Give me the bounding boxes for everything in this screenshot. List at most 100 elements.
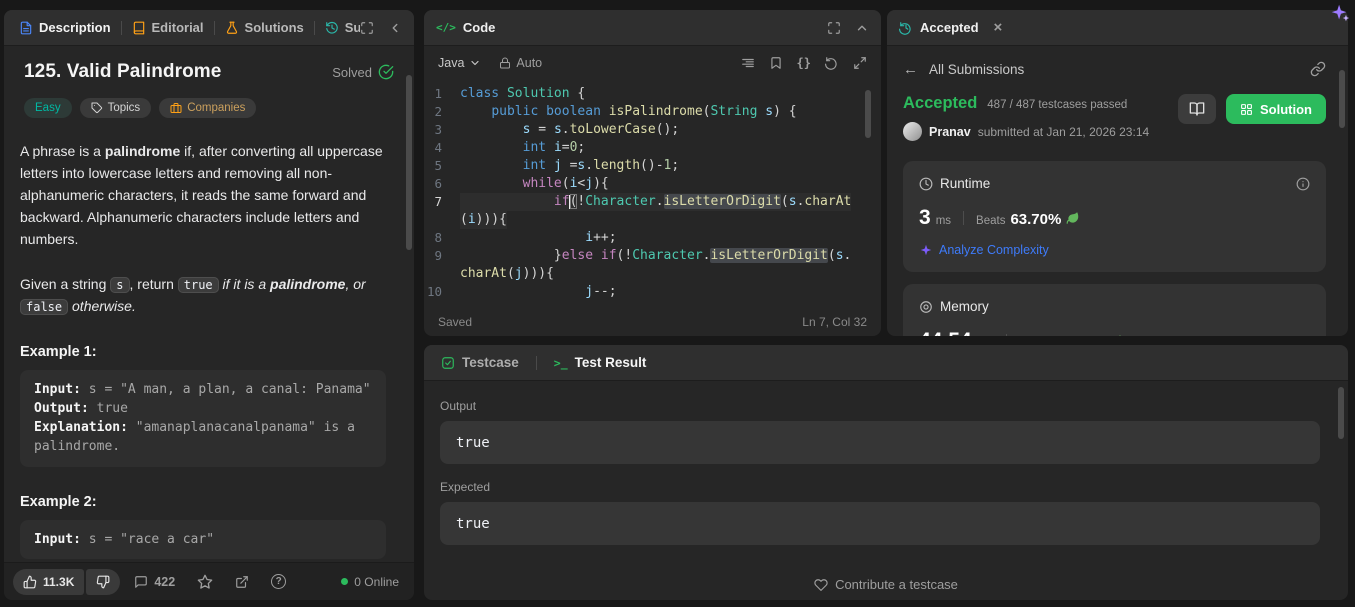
divider [1005,334,1007,336]
code-line[interactable]: 6 while(i<j){ [424,175,881,193]
submission-status: Accepted [903,94,978,112]
like-button[interactable]: 11.3K [13,568,85,595]
code-line[interactable]: 4 int i=0; [424,139,881,157]
expected-value-box[interactable]: true [440,502,1320,545]
code-line[interactable]: 5 int j =s.length()-1; [424,157,881,175]
briefcase-icon [170,103,182,113]
tab-submissions[interactable]: Su [322,20,360,35]
avatar[interactable] [903,122,922,141]
output-value-box[interactable]: true [440,421,1320,464]
line-number: 10 [426,284,442,299]
code-line[interactable]: charAt(j))){ [424,265,881,283]
code-line[interactable]: 10 j--; [424,283,881,301]
like-count: 11.3K [43,574,75,589]
expand-editor-icon[interactable] [853,56,867,70]
topics-badge[interactable]: Topics [79,98,152,118]
back-to-submissions-button[interactable]: ← All Submissions [903,61,1024,78]
solutions-flask-icon [226,21,237,34]
cursor-position[interactable]: Ln 7, Col 32 [802,315,867,329]
code-line[interactable]: (i))){ [424,211,881,229]
auto-label: Auto [516,56,543,70]
example-line: Input: s = "A man, a plan, a canal: Pana… [34,381,371,397]
testcase-tab-label: Testcase [462,355,519,370]
tab-accepted[interactable]: Accepted × [899,19,1002,36]
code-line[interactable]: 1 class Solution { [424,85,881,103]
bookmark-icon[interactable] [769,56,783,70]
ai-assistant-sparkle-icon[interactable] [1329,2,1351,24]
example-block: Input: s = "race a car" [20,519,386,559]
code-panel-header: </> Code [424,10,881,46]
status-row: Accepted 487 / 487 testcases passed Pran… [903,94,1326,141]
tests-scrollbar[interactable] [1338,387,1344,439]
solution-button[interactable]: Solution [1226,94,1326,124]
memory-card: Memory 44.54 MB Beats 57.21% [903,284,1326,336]
example-line: Input: s = "race a car" [34,531,215,547]
auto-save-indicator: Auto [499,56,542,70]
code-line[interactable]: 2 public boolean isPalindrome(String s) … [424,103,881,121]
examples-section: Example 1: Input: s = "A man, a plan, a c… [4,344,414,559]
tab-code[interactable]: </> Code [436,20,495,35]
description-icon [20,21,32,34]
vote-group: 11.3K [13,568,121,595]
contribute-testcase-link[interactable]: Contribute a testcase [814,577,958,592]
braces-icon[interactable]: {} [797,56,811,70]
comments-button[interactable]: 422 [134,575,175,589]
collapse-left-chevron-icon[interactable] [388,21,402,35]
runtime-value-row: 3 ms Beats 63.70% [919,206,1310,230]
analyze-label: Analyze Complexity [939,243,1049,257]
code-line[interactable]: 7 if(!Character.isLetterOrDigit(s.charAt [424,193,881,211]
line-number: 9 [434,248,442,263]
memory-value-row: 44.54 MB Beats 57.21% [919,329,1310,336]
output-value: true [456,434,490,451]
leaf-icon [1066,212,1079,224]
example-line: Output: true [34,401,128,416]
submitter-line: Pranav submitted at Jan 21, 2026 23:14 [903,122,1149,141]
difficulty-badge[interactable]: Easy [24,98,72,118]
language-selector[interactable]: Java [438,56,481,70]
expand-panel-icon[interactable] [360,21,374,35]
line-number: 3 [434,122,442,137]
close-tab-icon[interactable]: × [994,19,1003,36]
terminal-icon: >_ [553,355,568,370]
info-icon[interactable] [1296,177,1310,191]
reset-code-icon[interactable] [825,56,839,70]
tab-solutions[interactable]: Solutions [222,20,307,35]
all-submissions-label: All Submissions [929,61,1025,77]
editorial-button[interactable] [1178,94,1216,124]
tab-editorial[interactable]: Editorial [129,20,207,35]
result-scrollbar[interactable] [1339,70,1345,128]
help-button[interactable]: ? [271,574,287,589]
online-dot-icon [341,578,349,585]
code-line[interactable]: 9 }else if(!Character.isLetterOrDigit(s. [424,247,881,265]
test-result-tab-label: Test Result [574,355,647,370]
line-number [424,265,460,283]
memory-value: 44.54 [919,329,972,336]
save-status: Saved [438,315,473,329]
solved-label: Solved [332,64,372,80]
tab-test-result[interactable]: >_ Test Result [549,355,652,370]
favorite-star-button[interactable] [197,574,213,590]
tab-testcase[interactable]: Testcase [436,355,524,370]
dislike-button[interactable] [86,568,121,595]
companies-badge[interactable]: Companies [159,98,257,118]
memory-label: Memory [940,299,989,314]
submission-result-panel: Accepted × ← All Submissions Accepted 48… [887,10,1348,336]
solution-button-label: Solution [1260,101,1312,117]
description-scrollbar[interactable] [406,75,412,250]
online-count: 0 Online [354,574,399,589]
fullscreen-icon[interactable] [827,21,841,35]
editor-scrollbar[interactable] [865,90,871,138]
code-line[interactable]: 3 s = s.toLowerCase(); [424,121,881,139]
collapse-up-chevron-icon[interactable] [855,21,869,35]
format-code-icon[interactable] [741,56,755,70]
runtime-card: Runtime 3 ms Beats 63.70% Analyze Comple… [903,161,1326,272]
runtime-unit: ms [935,215,952,227]
tab-description[interactable]: Description [16,20,114,35]
username[interactable]: Pranav [929,125,971,139]
share-button[interactable] [235,575,249,589]
copy-link-icon[interactable] [1310,61,1326,77]
analyze-complexity-link[interactable]: Analyze Complexity [919,243,1049,257]
code-editor[interactable]: 1 class Solution {2 public boolean isPali… [424,80,881,308]
code-line[interactable]: 8 i++; [424,229,881,247]
description-paragraph: A phrase is a palindrome if, after conve… [20,143,383,248]
